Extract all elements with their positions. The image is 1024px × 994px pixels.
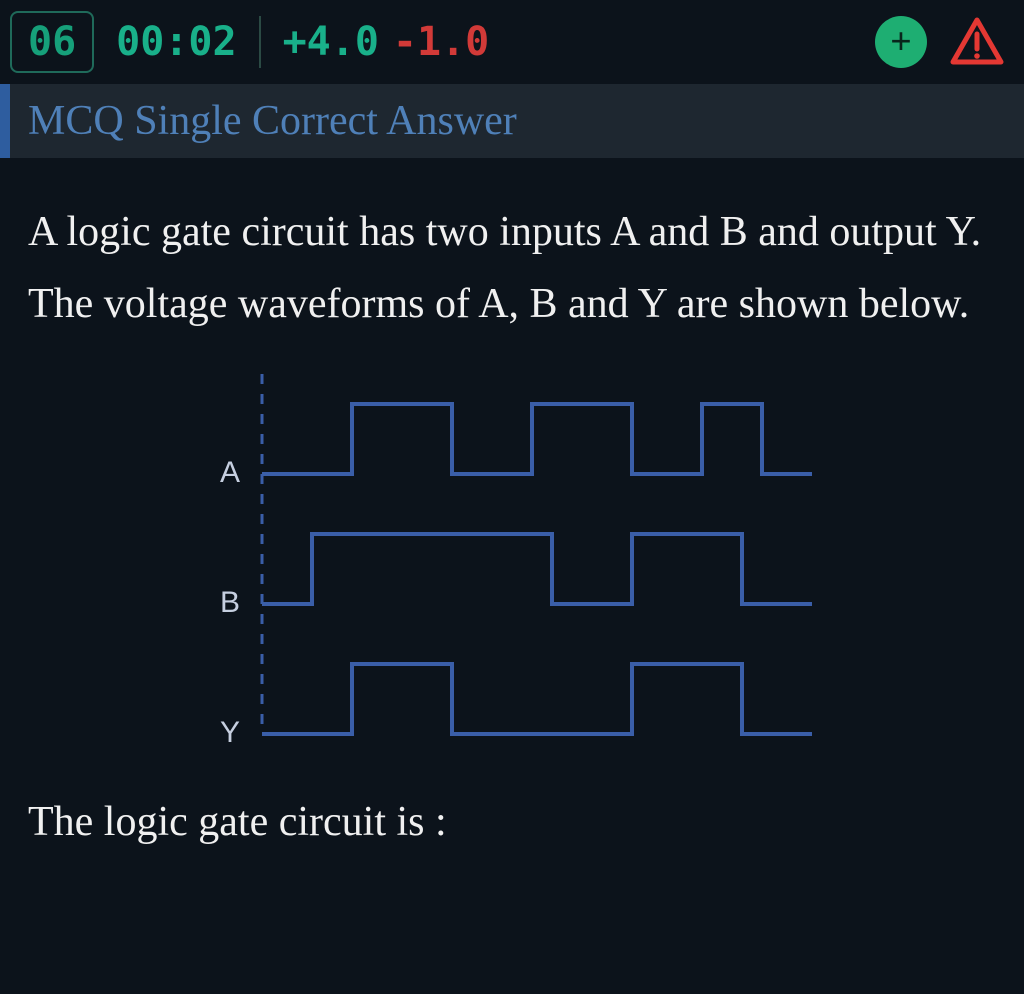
timer-and-marks: 00:02 +4.0 -1.0 bbox=[116, 16, 489, 68]
question-tail: The logic gate circuit is : bbox=[0, 777, 1024, 858]
timer: 00:02 bbox=[116, 19, 236, 65]
alert-icon bbox=[949, 14, 1005, 70]
waveform-diagram: A B Y bbox=[202, 374, 822, 759]
waveform-label-a: A bbox=[220, 456, 240, 489]
question-text: A logic gate circuit has two inputs A an… bbox=[0, 158, 1024, 350]
waveform-b bbox=[262, 534, 812, 604]
plus-icon: + bbox=[875, 16, 927, 68]
add-button[interactable]: + bbox=[872, 13, 930, 71]
question-type-bar: MCQ Single Correct Answer bbox=[0, 84, 1024, 158]
negative-marks: -1.0 bbox=[393, 19, 489, 65]
waveform-y bbox=[262, 664, 812, 734]
alert-button[interactable] bbox=[948, 13, 1006, 71]
section-accent bbox=[0, 84, 10, 158]
positive-marks: +4.0 bbox=[283, 19, 379, 65]
vertical-separator bbox=[259, 16, 261, 68]
top-bar: 06 00:02 +4.0 -1.0 + bbox=[0, 0, 1024, 84]
question-number-badge: 06 bbox=[10, 11, 94, 73]
waveform-a bbox=[262, 404, 812, 474]
question-type-title: MCQ Single Correct Answer bbox=[28, 97, 517, 145]
waveform-svg: A B Y bbox=[202, 374, 822, 754]
waveform-label-b: B bbox=[220, 586, 240, 619]
waveform-label-y: Y bbox=[220, 716, 240, 749]
